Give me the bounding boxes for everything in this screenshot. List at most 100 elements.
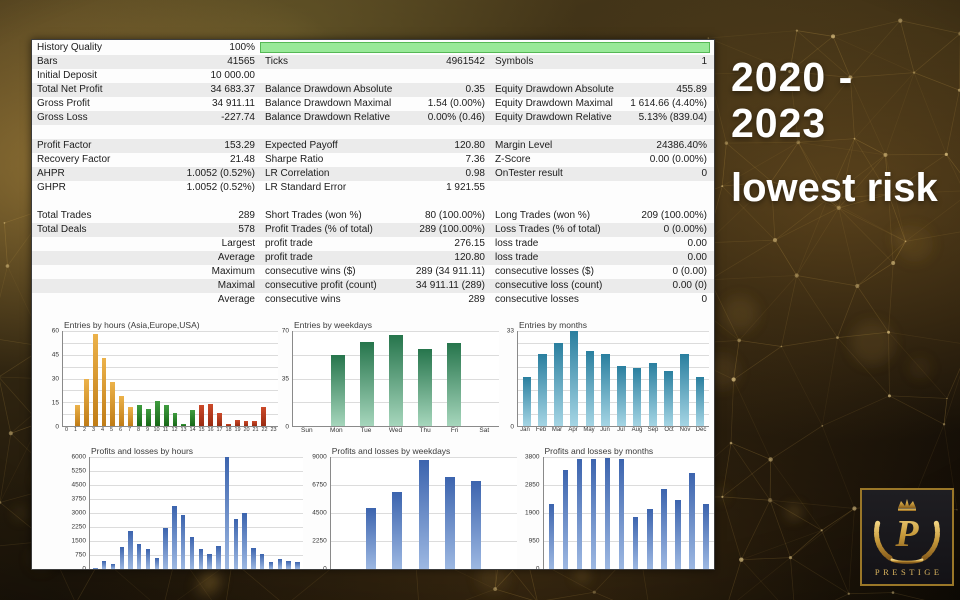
bar [554, 342, 563, 426]
bar-slot [614, 331, 630, 426]
stat-value: 1 [701, 56, 707, 67]
bar-slot [91, 331, 100, 426]
y-tick-label: 4500 [71, 481, 86, 489]
bar [392, 491, 403, 569]
stat-label: Balance Drawdown Maximal [265, 98, 392, 109]
bar-slot [205, 457, 214, 569]
y-tick-label: 60 [51, 327, 59, 335]
x-tick-label: Mar [551, 427, 563, 433]
bar-slot [117, 457, 126, 569]
bar [242, 513, 247, 569]
x-tick-label: 19 [234, 427, 241, 433]
chart-entries-by-months: Entries by months 33 0 Jan Feb Mar Apr May Jun Ju… [499, 319, 709, 437]
table-row: GHPR 1.0052 (0.52%) LR Standard Error 1 921… [32, 181, 714, 195]
x-tick-label: Dec [695, 427, 707, 433]
stat-value: Maximum [211, 266, 255, 277]
bar [359, 341, 374, 426]
chart-title: Profits and losses by hours [91, 446, 194, 456]
stat-label [260, 69, 410, 83]
stat-label: Short Trades (won %) [265, 210, 362, 221]
bar [145, 408, 151, 426]
bar [198, 549, 203, 569]
y-tick-label: 1900 [525, 509, 540, 517]
bar-slot [215, 331, 224, 426]
x-tick-label: Sat [479, 427, 490, 434]
bar [93, 567, 98, 569]
bar [216, 545, 221, 569]
bar-slot [384, 457, 410, 569]
stat-label: Total Trades [37, 210, 92, 221]
x-tick-label: 3 [91, 427, 96, 433]
y-tick-label: 70 [281, 327, 289, 335]
stat-value: 24386.40% [656, 140, 707, 151]
plot-area [292, 331, 499, 427]
y-tick-label: 950 [528, 537, 540, 545]
bar [295, 562, 300, 569]
y-tick-label: 3800 [525, 453, 540, 461]
bar-slot [671, 457, 685, 569]
stat-label: Expected Payoff [265, 140, 338, 151]
x-tick-label: Tue [360, 427, 372, 434]
bar-slot [188, 331, 197, 426]
bar [261, 407, 267, 426]
bar [110, 564, 116, 569]
stat-value: Largest [221, 238, 255, 249]
bar-slot [100, 457, 109, 569]
stat-label: Margin Level [495, 140, 553, 151]
bar-slot [381, 331, 410, 426]
bar-slot [214, 457, 223, 569]
bar-slot [677, 331, 693, 426]
x-tick-label: 0 [64, 427, 69, 433]
entries-charts-row: Entries by hours (Asia,Europe,USA) 60 45 30… [38, 319, 714, 437]
bar-slot [126, 457, 135, 569]
x-tick-label: 7 [127, 427, 132, 433]
stat-label: consecutive wins [265, 294, 341, 305]
bar-slot [293, 457, 302, 569]
bar-slot [661, 331, 677, 426]
bar [208, 403, 213, 426]
x-tick-label: 15 [198, 427, 205, 433]
plot-area [329, 457, 517, 569]
bar [92, 334, 98, 426]
y-tick-label: 2250 [71, 523, 86, 531]
stat-value: 1.0052 (0.52%) [186, 168, 255, 179]
x-tick-label: Apr [568, 427, 578, 433]
bar [447, 343, 462, 426]
bar [522, 377, 532, 426]
stat-value: 0 [701, 294, 707, 305]
stat-value: 578 [238, 224, 255, 235]
bar [647, 508, 653, 569]
bar [648, 362, 658, 426]
y-tick-label: 30 [51, 375, 59, 383]
bar-slot [657, 457, 671, 569]
bar-slot [144, 331, 153, 426]
stat-label: Profit Trades (% of total) [265, 224, 373, 235]
y-tick-label: 33 [506, 327, 514, 335]
bar [163, 405, 169, 426]
stat-value: 0 [701, 168, 707, 179]
bar [216, 413, 222, 426]
stat-value: 34 911.11 (289) [415, 280, 485, 291]
stat-value [630, 181, 712, 195]
bar-slot [197, 331, 206, 426]
y-tick-label: 2250 [312, 537, 327, 545]
bar [243, 421, 249, 426]
bar-slot [535, 331, 551, 426]
x-axis: Jan Feb Mar Apr May Jun Jul Aug Sep Oct Nov Dec [499, 427, 709, 437]
x-tick-label: Wed [388, 427, 403, 434]
bar-slot [242, 331, 251, 426]
x-tick-label: 5 [109, 427, 114, 433]
bar [703, 504, 709, 569]
spacer-row [32, 195, 714, 209]
y-tick-label: 5250 [71, 467, 86, 475]
profits-charts-row: Profits and losses by hours 6000 5250 4500 3… [38, 445, 714, 569]
bar-slot [233, 331, 242, 426]
y-tick-label: 0 [55, 423, 59, 431]
y-axis: 60 45 30 15 0 [38, 327, 62, 431]
chart-profits-and-losses-by-weekdays: Profits and losses by weekdays 9000 6750 45… [303, 445, 517, 569]
bar-slot [463, 457, 489, 569]
stat-label: Balance Drawdown Absolute [265, 84, 393, 95]
x-tick-label: 17 [216, 427, 223, 433]
table-row: Total Trades 289 Short Trades (won %) 80 (1… [32, 209, 714, 223]
stat-value: 100% [229, 42, 255, 53]
